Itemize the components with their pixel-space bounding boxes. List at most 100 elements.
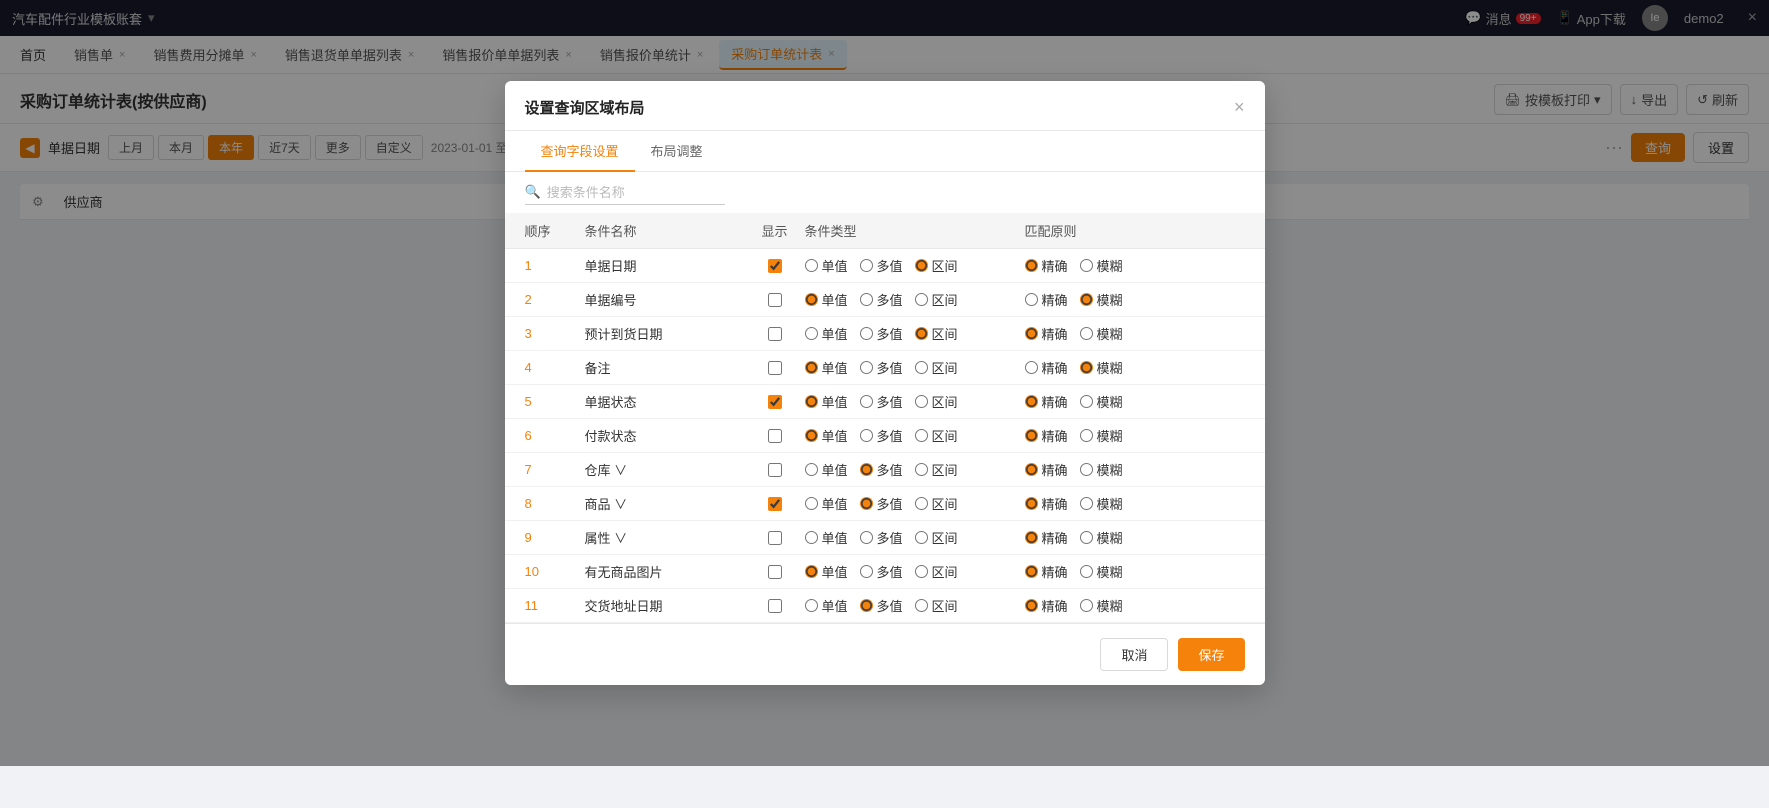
display-checkbox-wrap[interactable] — [768, 395, 782, 409]
radio-type_multi[interactable]: 多值 — [860, 460, 903, 479]
condition-name: 单据日期 — [585, 256, 637, 275]
radio-type_multi[interactable]: 多值 — [860, 562, 903, 581]
radio-match_fuzzy[interactable]: 模糊 — [1080, 596, 1123, 615]
radio-match_exact[interactable]: 精确 — [1025, 324, 1068, 343]
radio-type_multi[interactable]: 多值 — [860, 256, 903, 275]
display-checkbox-wrap[interactable] — [768, 259, 782, 273]
radio-type_range[interactable]: 区间 — [915, 256, 958, 275]
type-radio-group: 单值 多值 区间 — [805, 494, 958, 513]
search-input[interactable] — [547, 185, 707, 200]
radio-match_exact[interactable]: 精确 — [1025, 596, 1068, 615]
display-checkbox-wrap[interactable] — [768, 327, 782, 341]
display-checkbox[interactable] — [768, 463, 782, 477]
radio-type_range[interactable]: 区间 — [915, 358, 958, 377]
dialog-close-btn[interactable]: × — [1234, 97, 1245, 118]
radio-match_fuzzy[interactable]: 模糊 — [1080, 528, 1123, 547]
radio-type_single[interactable]: 单值 — [805, 528, 848, 547]
radio-match_exact[interactable]: 精确 — [1025, 290, 1068, 309]
radio-type_multi[interactable]: 多值 — [860, 494, 903, 513]
radio-type_multi[interactable]: 多值 — [860, 392, 903, 411]
order-num: 2 — [525, 292, 532, 307]
radio-match_exact[interactable]: 精确 — [1025, 562, 1068, 581]
display-checkbox[interactable] — [768, 327, 782, 341]
cell-order: 1 — [525, 258, 585, 273]
radio-match_exact[interactable]: 精确 — [1025, 494, 1068, 513]
cell-order: 11 — [525, 598, 585, 613]
radio-type_single[interactable]: 单值 — [805, 426, 848, 445]
radio-match_fuzzy[interactable]: 模糊 — [1080, 290, 1123, 309]
save-button[interactable]: 保存 — [1178, 638, 1244, 671]
radio-type_range[interactable]: 区间 — [915, 460, 958, 479]
display-checkbox[interactable] — [768, 531, 782, 545]
display-checkbox[interactable] — [768, 599, 782, 613]
dialog-tab-layout[interactable]: 布局调整 — [635, 131, 719, 172]
display-checkbox-wrap[interactable] — [768, 361, 782, 375]
cell-display — [745, 429, 805, 443]
radio-type_multi[interactable]: 多值 — [860, 528, 903, 547]
display-checkbox[interactable] — [768, 259, 782, 273]
display-checkbox-wrap[interactable] — [768, 531, 782, 545]
radio-type_range[interactable]: 区间 — [915, 596, 958, 615]
cell-order: 3 — [525, 326, 585, 341]
radio-type_single[interactable]: 单值 — [805, 256, 848, 275]
radio-type_multi[interactable]: 多值 — [860, 358, 903, 377]
display-checkbox-wrap[interactable] — [768, 565, 782, 579]
radio-match_exact[interactable]: 精确 — [1025, 256, 1068, 275]
radio-match_fuzzy[interactable]: 模糊 — [1080, 324, 1123, 343]
radio-match_fuzzy[interactable]: 模糊 — [1080, 494, 1123, 513]
radio-match_exact[interactable]: 精确 — [1025, 528, 1068, 547]
radio-type_multi[interactable]: 多值 — [860, 290, 903, 309]
radio-type_multi[interactable]: 多值 — [860, 596, 903, 615]
col-match: 匹配原则 — [1025, 221, 1225, 240]
dialog-tab-query[interactable]: 查询字段设置 — [525, 131, 635, 172]
radio-match_fuzzy[interactable]: 模糊 — [1080, 256, 1123, 275]
radio-type_single[interactable]: 单值 — [805, 392, 848, 411]
display-checkbox-wrap[interactable] — [768, 429, 782, 443]
radio-match_fuzzy[interactable]: 模糊 — [1080, 562, 1123, 581]
radio-match_fuzzy[interactable]: 模糊 — [1080, 426, 1123, 445]
radio-type_single[interactable]: 单值 — [805, 596, 848, 615]
radio-type_single[interactable]: 单值 — [805, 460, 848, 479]
radio-match_fuzzy[interactable]: 模糊 — [1080, 460, 1123, 479]
radio-type_multi[interactable]: 多值 — [860, 426, 903, 445]
cell-name: 属性 ∨ — [585, 528, 745, 547]
display-checkbox-wrap[interactable] — [768, 497, 782, 511]
display-checkbox-wrap[interactable] — [768, 293, 782, 307]
radio-type_range[interactable]: 区间 — [915, 426, 958, 445]
display-checkbox[interactable] — [768, 395, 782, 409]
dialog-overlay: 设置查询区域布局 × 查询字段设置 布局调整 🔍 顺序 条件名称 显示 — [0, 0, 1769, 766]
display-checkbox-wrap[interactable] — [768, 463, 782, 477]
radio-type_range[interactable]: 区间 — [915, 494, 958, 513]
display-checkbox[interactable] — [768, 429, 782, 443]
cancel-button[interactable]: 取消 — [1100, 638, 1168, 671]
condition-name: 备注 — [585, 358, 611, 377]
radio-type_single[interactable]: 单值 — [805, 358, 848, 377]
radio-match_exact[interactable]: 精确 — [1025, 392, 1068, 411]
cell-name: 交货地址日期 — [585, 596, 745, 615]
radio-match_exact[interactable]: 精确 — [1025, 426, 1068, 445]
radio-type_single[interactable]: 单值 — [805, 290, 848, 309]
dialog-footer: 取消 保存 — [505, 623, 1265, 685]
display-checkbox-wrap[interactable] — [768, 599, 782, 613]
radio-type_single[interactable]: 单值 — [805, 324, 848, 343]
cell-name: 有无商品图片 — [585, 562, 745, 581]
radio-type_range[interactable]: 区间 — [915, 528, 958, 547]
radio-type_range[interactable]: 区间 — [915, 290, 958, 309]
table-row: 6 付款状态 单值 多值 区间 — [505, 419, 1265, 453]
radio-type_range[interactable]: 区间 — [915, 562, 958, 581]
radio-type_range[interactable]: 区间 — [915, 324, 958, 343]
radio-match_fuzzy[interactable]: 模糊 — [1080, 392, 1123, 411]
radio-match_fuzzy[interactable]: 模糊 — [1080, 358, 1123, 377]
radio-match_exact[interactable]: 精确 — [1025, 358, 1068, 377]
display-checkbox[interactable] — [768, 497, 782, 511]
display-checkbox[interactable] — [768, 293, 782, 307]
radio-type_single[interactable]: 单值 — [805, 494, 848, 513]
radio-type_range[interactable]: 区间 — [915, 392, 958, 411]
display-checkbox[interactable] — [768, 565, 782, 579]
type-radio-group: 单值 多值 区间 — [805, 256, 958, 275]
cell-match: 精确 模糊 — [1025, 256, 1225, 275]
radio-match_exact[interactable]: 精确 — [1025, 460, 1068, 479]
radio-type_multi[interactable]: 多值 — [860, 324, 903, 343]
radio-type_single[interactable]: 单值 — [805, 562, 848, 581]
display-checkbox[interactable] — [768, 361, 782, 375]
